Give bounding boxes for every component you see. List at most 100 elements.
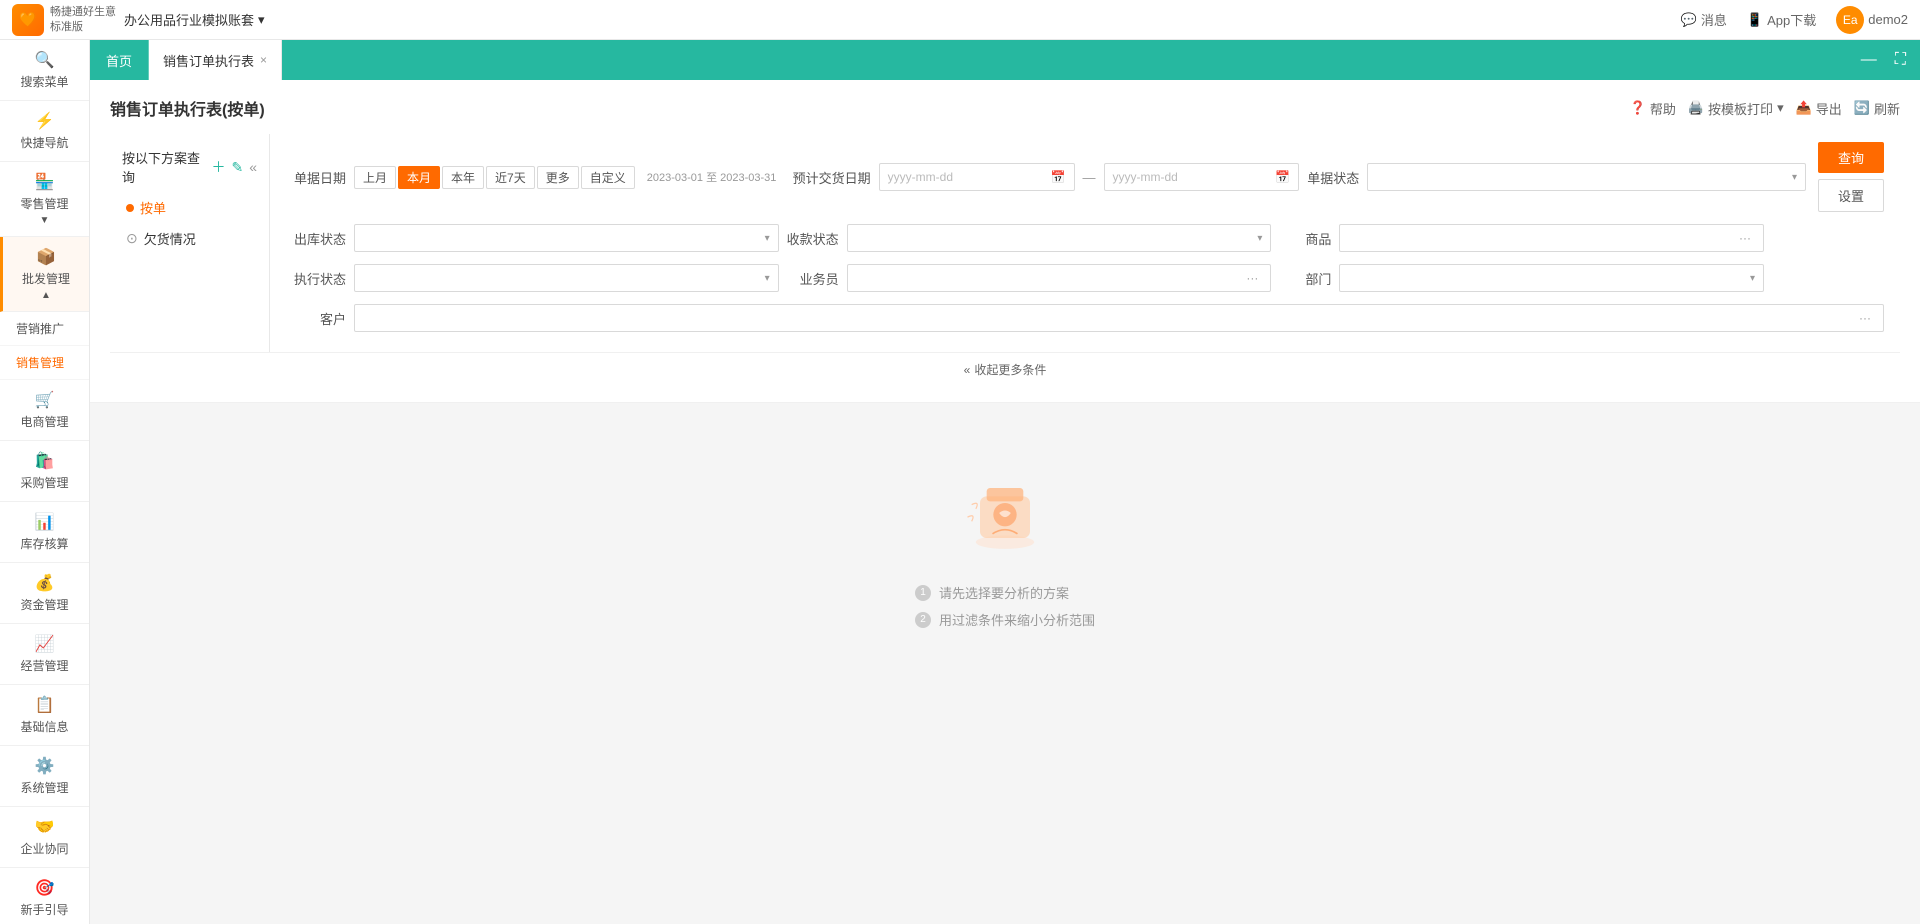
doc-status-filter-group: 单据状态 ▾ [1299, 163, 1806, 191]
date-separator: — [1083, 170, 1096, 185]
action-buttons: 查询 设置 [1818, 142, 1884, 212]
sidebar-item-retail[interactable]: 🏪 零售管理 ▼ [0, 162, 89, 237]
dropdown-arrow-icon: ▾ [258, 12, 265, 28]
sidebar-item-quick-nav[interactable]: ⚡ 快捷导航 [0, 101, 89, 162]
query-btn[interactable]: 查询 [1818, 142, 1884, 173]
collapse-scheme-btn[interactable]: « [249, 157, 257, 177]
exec-status-select[interactable]: ▾ [354, 264, 779, 292]
customer-more-icon[interactable]: ··· [1855, 311, 1875, 325]
page-header: 销售订单执行表(按单) ❓ 帮助 🖨️ 按模板打印 ▾ 📤 [110, 96, 1900, 120]
sidebar-item-enterprise[interactable]: 🤝 企业协同 [0, 807, 89, 868]
logo-text: 畅捷通好生意 标准版 [50, 5, 116, 34]
tab-close-btn[interactable]: × [260, 53, 267, 67]
sidebar-item-newbie[interactable]: 🎯 新手引导 [0, 868, 89, 924]
date-tab-last-7-days[interactable]: 近7天 [486, 166, 535, 189]
goods-more-icon[interactable]: ··· [1735, 231, 1755, 245]
filter-row-1: 单据日期 上月 本月 本年 近7天 更多 自定义 [286, 142, 1884, 212]
salesperson-filter-group: 业务员 ··· [779, 264, 1272, 292]
salesperson-more-icon[interactable]: ··· [1242, 271, 1262, 285]
refresh-btn[interactable]: 🔄 刷新 [1854, 99, 1900, 118]
minimize-window-btn[interactable]: — [1857, 47, 1881, 73]
sidebar-sub-item-marketing[interactable]: 营销推广 [0, 312, 89, 346]
expected-date-filter-group: 预计交货日期 yyyy-mm-dd 📅 — yyyy-mm-dd 📅 [793, 163, 1300, 191]
message-btn[interactable]: 💬 消息 [1681, 10, 1727, 29]
avatar: Ea [1836, 6, 1864, 34]
settings-btn[interactable]: 设置 [1818, 179, 1884, 212]
sidebar-item-finance[interactable]: 💰 资金管理 [0, 563, 89, 624]
filter-body: 按以下方案查询 ＋ ✎ « 按单 [110, 134, 1900, 352]
collect-status-filter-group: 收款状态 ▾ [779, 224, 1272, 252]
subtitle-dropdown[interactable]: 办公用品行业模拟账套 ▾ [124, 10, 265, 29]
sidebar-item-inventory[interactable]: 📊 库存核算 [0, 502, 89, 563]
scheme-item-order[interactable]: 按单 [118, 192, 261, 223]
filter-row-4: 客户 ··· [286, 304, 1884, 332]
date-tab-this-year[interactable]: 本年 [442, 166, 484, 189]
expected-date-label: 预计交货日期 [793, 168, 871, 187]
doc-status-arrow-icon: ▾ [1792, 172, 1797, 183]
date-tab-custom[interactable]: 自定义 [581, 166, 635, 189]
sidebar-item-search[interactable]: 🔍 搜索菜单 [0, 40, 89, 101]
doc-status-label: 单据状态 [1299, 168, 1359, 187]
date-tab-more[interactable]: 更多 [537, 166, 579, 189]
top-bar-left: 🧡 畅捷通好生意 标准版 办公用品行业模拟账套 ▾ [12, 4, 265, 36]
expand-icon: ▼ [40, 215, 50, 226]
message-icon: 💬 [1681, 12, 1697, 28]
expected-date-to[interactable]: yyyy-mm-dd 📅 [1104, 163, 1300, 191]
exec-status-filter-group: 执行状态 ▾ [286, 264, 779, 292]
customer-select[interactable]: ··· [354, 304, 1884, 332]
page-title: 销售订单执行表(按单) [110, 96, 265, 120]
salesperson-select[interactable]: ··· [847, 264, 1272, 292]
out-status-label: 出库状态 [286, 229, 346, 248]
export-btn[interactable]: 📤 导出 [1796, 99, 1842, 118]
date-tab-this-month[interactable]: 本月 [398, 166, 440, 189]
logo[interactable]: 🧡 畅捷通好生意 标准版 [12, 4, 116, 36]
collect-status-label: 收款状态 [779, 229, 839, 248]
wholesale-icon: 📦 [36, 247, 56, 267]
customer-label: 客户 [286, 309, 346, 328]
scheme-item-debt[interactable]: ⊙ 欠货情况 [118, 223, 261, 254]
sidebar-item-wholesale[interactable]: 📦 批发管理 ▲ [0, 237, 89, 312]
exec-status-arrow-icon: ▾ [765, 273, 770, 284]
date-tab-last-month[interactable]: 上月 [354, 166, 396, 189]
collect-status-select[interactable]: ▾ [847, 224, 1272, 252]
doc-status-select[interactable]: ▾ [1367, 163, 1806, 191]
sidebar-item-ecommerce[interactable]: 🛒 电商管理 [0, 380, 89, 441]
help-btn[interactable]: ❓ 帮助 [1630, 99, 1676, 118]
goods-label: 商品 [1271, 229, 1331, 248]
edit-scheme-btn[interactable]: ✎ [231, 157, 243, 177]
dept-select[interactable]: ▾ [1339, 264, 1764, 292]
app-download-icon: 📱 [1747, 12, 1763, 28]
quick-nav-icon: ⚡ [35, 111, 55, 131]
app-download-btn[interactable]: 📱 App下载 [1747, 10, 1816, 29]
tab-home[interactable]: 首页 [90, 40, 149, 80]
user-profile[interactable]: Ea demo2 [1836, 6, 1908, 34]
tab-bar: 首页 销售订单执行表 × — ⛶ [90, 40, 1920, 80]
sidebar-sub-item-sales[interactable]: 销售管理 [0, 346, 89, 380]
system-icon: ⚙️ [35, 756, 55, 776]
scheme-panel: 按以下方案查询 ＋ ✎ « 按单 [110, 134, 270, 352]
active-dot [126, 204, 134, 212]
out-status-arrow-icon: ▾ [765, 233, 770, 244]
inventory-icon: 📊 [35, 512, 55, 532]
filter-panel: 销售订单执行表(按单) ❓ 帮助 🖨️ 按模板打印 ▾ 📤 [90, 80, 1920, 402]
maximize-window-btn[interactable]: ⛶ [1891, 47, 1910, 73]
expected-date-from[interactable]: yyyy-mm-dd 📅 [879, 163, 1075, 191]
scheme-icons: ＋ ✎ « [211, 157, 257, 177]
print-btn[interactable]: 🖨️ 按模板打印 ▾ [1688, 99, 1784, 118]
sidebar-item-system[interactable]: ⚙️ 系统管理 [0, 746, 89, 807]
date-tabs: 上月 本月 本年 近7天 更多 自定义 [354, 166, 635, 189]
tab-sales-order[interactable]: 销售订单执行表 × [149, 40, 282, 80]
sidebar-item-operations[interactable]: 📈 经营管理 [0, 624, 89, 685]
header-actions: ❓ 帮助 🖨️ 按模板打印 ▾ 📤 导出 � [1630, 99, 1900, 118]
add-scheme-btn[interactable]: ＋ [211, 157, 225, 177]
sidebar-item-purchase[interactable]: 🛍️ 采购管理 [0, 441, 89, 502]
sidebar-item-basic[interactable]: 📋 基础信息 [0, 685, 89, 746]
date-range-text: 2023-03-01 至 2023-03-31 [647, 169, 777, 185]
filter-row-2: 出库状态 ▾ 收款状态 ▾ [286, 224, 1884, 252]
retail-icon: 🏪 [35, 172, 55, 192]
date-label: 单据日期 [286, 168, 346, 187]
goods-select[interactable]: ··· [1339, 224, 1764, 252]
collapse-more-btn[interactable]: « 收起更多条件 [110, 352, 1900, 386]
out-status-select[interactable]: ▾ [354, 224, 779, 252]
dept-filter-group: 部门 ▾ [1271, 264, 1764, 292]
